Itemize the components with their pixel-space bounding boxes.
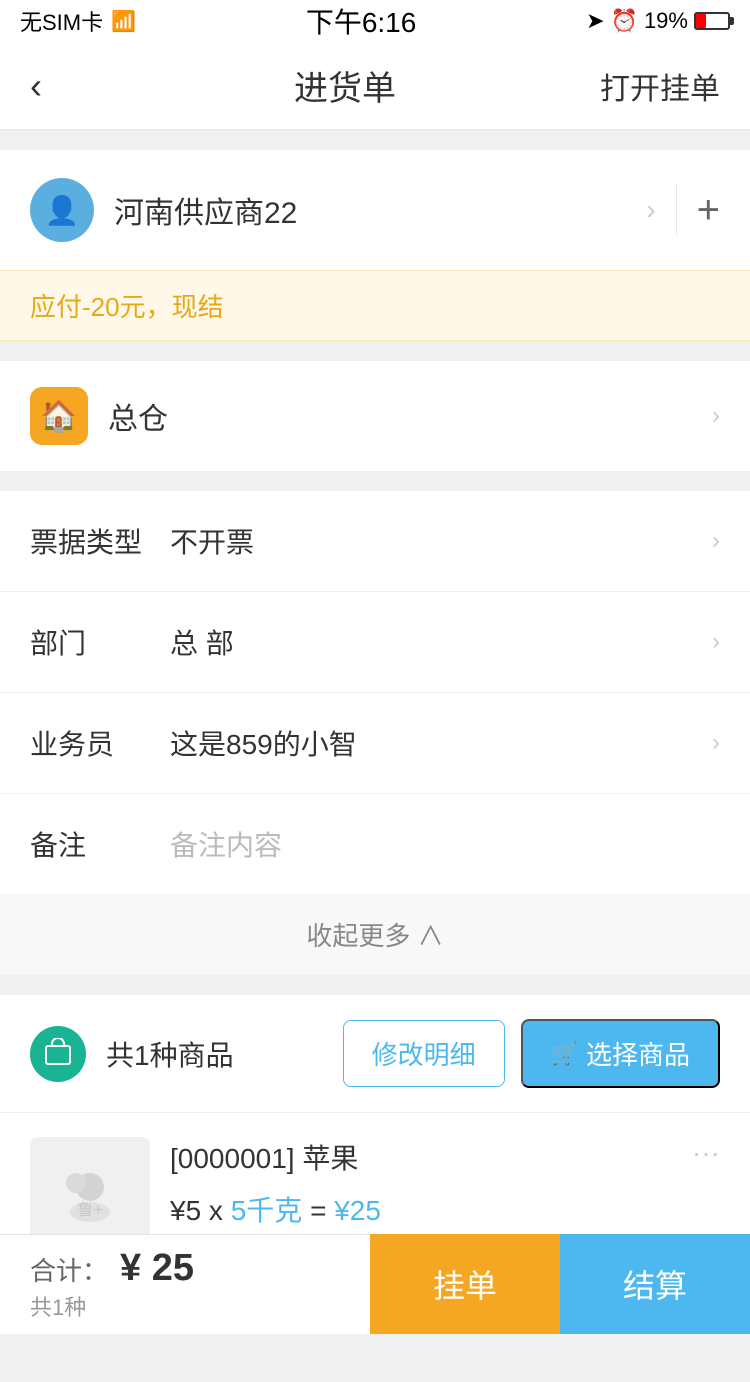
divider-1 [0,130,750,150]
warehouse-card: 🏠 总仓 › [0,361,750,471]
bottom-bar: 合计： ¥ 25 共1种 挂单 结算 [0,1234,750,1334]
products-icon [30,1026,86,1082]
divider-4 [0,975,750,995]
avatar-icon: 👤 [45,194,80,227]
carrier-label: 无SIM卡 [20,5,103,37]
battery-fill [696,14,706,28]
salesman-row[interactable]: 业务员 这是859的小智 › [0,693,750,794]
divider-2 [0,341,750,361]
back-button[interactable]: ‹ [30,65,90,107]
product-price: ¥5 x 5千克 = ¥25 [170,1189,682,1229]
total-line: 合计： ¥ 25 [30,1247,340,1290]
cart-icon [42,1038,74,1070]
invoice-type-value: 不开票 [170,521,712,561]
warehouse-row[interactable]: 🏠 总仓 › [0,361,750,471]
invoice-type-label: 票据类型 [30,521,170,561]
total-section: 合计： ¥ 25 共1种 [0,1234,370,1334]
product-thumb-icon: 鲁+ [50,1157,130,1237]
nav-bar: ‹ 进货单 打开挂单 [0,42,750,130]
product-more-button[interactable]: ··· [692,1137,720,1169]
remark-input[interactable]: 备注内容 [170,824,720,864]
settle-button[interactable]: 结算 [560,1234,750,1334]
unit-price: ¥5 x [170,1195,231,1226]
svg-text:鲁+: 鲁+ [77,1201,102,1219]
edit-detail-button[interactable]: 修改明细 [343,1020,505,1087]
salesman-label: 业务员 [30,723,170,763]
fields-card: 票据类型 不开票 › 部门 总 部 › 业务员 这是859的小智 › 备注 备注… [0,491,750,894]
salesman-arrow-icon: › [712,729,720,757]
supplier-divider [676,185,677,235]
open-hang-button[interactable]: 打开挂单 [600,64,720,108]
total-amount: ¥ 25 [120,1247,194,1290]
wifi-icon: 📶 [111,9,136,34]
product-title: 苹果 [302,1143,358,1174]
status-bar-time: 下午6:16 [306,1,417,41]
total-price: ¥25 [334,1195,381,1226]
product-info: [0000001] 苹果 ¥5 x 5千克 = ¥25 [170,1137,682,1229]
location-icon: ➤ [586,8,604,34]
select-label: 选择商品 [586,1035,690,1072]
product-code: [0000001] [170,1143,302,1174]
invoice-arrow-icon: › [712,527,720,555]
collapse-button[interactable]: 收起更多 ∧ [0,894,750,975]
product-count: 共1种商品 [106,1034,343,1074]
product-header: 共1种商品 修改明细 🛒 选择商品 [0,995,750,1113]
status-bar: 无SIM卡 📶 下午6:16 ➤ ⏰ 19% [0,0,750,42]
add-supplier-button[interactable]: + [697,188,720,233]
equals: = [310,1195,334,1226]
supplier-name: 河南供应商22 [114,188,646,232]
divider-3 [0,471,750,491]
invoice-type-row[interactable]: 票据类型 不开票 › [0,491,750,592]
total-count: 共1种 [30,1290,340,1322]
battery-icon [694,12,730,30]
select-icon: 🛒 [551,1041,578,1067]
remark-label: 备注 [30,824,170,864]
supplier-card: 👤 河南供应商22 › + 应付-20元，现结 [0,150,750,341]
salesman-value: 这是859的小智 [170,723,712,763]
warehouse-arrow-icon: › [712,402,720,430]
supplier-notice: 应付-20元，现结 [0,270,750,341]
battery-percent: 19% [644,8,688,34]
supplier-avatar: 👤 [30,178,94,242]
department-arrow-icon: › [712,628,720,656]
supplier-row[interactable]: 👤 河南供应商22 › + [0,150,750,270]
remark-row[interactable]: 备注 备注内容 [0,794,750,894]
hang-button[interactable]: 挂单 [370,1234,560,1334]
page-title: 进货单 [294,61,396,110]
warehouse-icon: 🏠 [30,387,88,445]
department-row[interactable]: 部门 总 部 › [0,592,750,693]
select-product-button[interactable]: 🛒 选择商品 [521,1019,720,1088]
department-label: 部门 [30,622,170,662]
supplier-arrow-icon: › [646,194,655,226]
quantity: 5千克 [231,1195,303,1226]
status-bar-left: 无SIM卡 📶 [20,5,136,37]
warehouse-symbol: 🏠 [40,399,77,434]
status-bar-right: ➤ ⏰ 19% [586,8,730,34]
department-value: 总 部 [170,622,712,662]
product-name: [0000001] 苹果 [170,1137,682,1177]
total-label: 合计： [30,1251,108,1288]
warehouse-name: 总仓 [108,394,712,438]
alarm-icon: ⏰ [611,8,638,34]
